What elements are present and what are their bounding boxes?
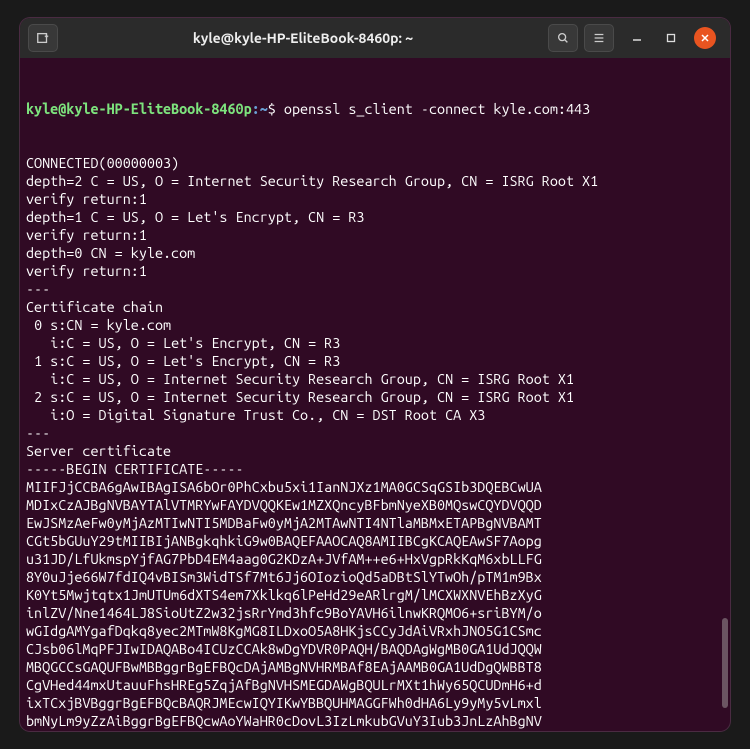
titlebar[interactable]: kyle@kyle-HP-EliteBook-8460p: ~ [20, 18, 730, 58]
maximize-icon [666, 33, 676, 43]
output-line: i:C = US, O = Internet Security Research… [26, 370, 724, 388]
window-title: kyle@kyle-HP-EliteBook-8460p: ~ [64, 30, 542, 46]
terminal-window: kyle@kyle-HP-EliteBook-8460p: ~ kyle@kyl… [20, 18, 730, 731]
output-line: verify return:1 [26, 262, 724, 280]
search-icon [556, 31, 570, 45]
scrollbar-thumb[interactable] [722, 618, 728, 708]
output-line: ixTCxjBVBggrBgEFBQcBAQRJMEcwIQYIKwYBBQUH… [26, 694, 724, 712]
terminal-body[interactable]: kyle@kyle-HP-EliteBook-8460p:~$ openssl … [20, 58, 730, 731]
prompt-dollar: $ [268, 101, 276, 117]
output-line: depth=1 C = US, O = Let's Encrypt, CN = … [26, 208, 724, 226]
output-line: depth=0 CN = kyle.com [26, 244, 724, 262]
output-line: verify return:1 [26, 190, 724, 208]
prompt-line: kyle@kyle-HP-EliteBook-8460p:~$ openssl … [26, 100, 724, 118]
output-line: --- [26, 280, 724, 298]
output-line: MDIxCzAJBgNVBAYTAlVTMRYwFAYDVQQKEw1MZXQn… [26, 496, 724, 514]
output-line: 1 s:C = US, O = Let's Encrypt, CN = R3 [26, 352, 724, 370]
output-line: --- [26, 424, 724, 442]
output-line: MBQGCCsGAQUFBwMBBggrBgEFBQcDAjAMBgNVHRMB… [26, 658, 724, 676]
prompt-path: ~ [260, 101, 268, 117]
output-line: 8Y0uJje66W7fdIQ4vBISm3WidTSf7Mt6Jj6OIozi… [26, 568, 724, 586]
output-line: K0Yt5Mwjtqtx1JmUTUm6dXTS4em7Xklkq6lPeHd2… [26, 586, 724, 604]
output-line: i:C = US, O = Let's Encrypt, CN = R3 [26, 334, 724, 352]
output-line: u31JD/LfUkmspYjfAG7PbD4EM4aag0G2KDzA+JVf… [26, 550, 724, 568]
close-icon [700, 33, 710, 43]
output-line: depth=2 C = US, O = Internet Security Re… [26, 172, 724, 190]
prompt-colon: : [252, 101, 260, 117]
hamburger-icon [592, 31, 606, 45]
new-tab-icon [36, 31, 50, 45]
new-tab-button[interactable] [28, 24, 58, 52]
command-text: openssl s_client -connect kyle.com:443 [276, 101, 590, 117]
maximize-button[interactable] [660, 27, 682, 49]
output-line: verify return:1 [26, 226, 724, 244]
output-line: EwJSMzAeFw0yMjAzMTIwNTI5MDBaFw0yMjA2MTAw… [26, 514, 724, 532]
output-line: MIIFJjCCBA6gAwIBAgISA6bOr0PhCxbu5xi1IanN… [26, 478, 724, 496]
minimize-icon [632, 33, 642, 43]
output-line: 0 s:CN = kyle.com [26, 316, 724, 334]
output-line: 2 s:C = US, O = Internet Security Resear… [26, 388, 724, 406]
search-button[interactable] [548, 24, 578, 52]
output-line: HREEGjAYgghreWxlLmNvbYIMd3d3Lmt5bGUuY29t… [26, 730, 724, 731]
output-line: bmNyLm9yZzAiBggrBgEFBQcwAoYWaHR0cDovL3Iz… [26, 712, 724, 730]
output-line: CJsb06lMqPFJIwIDAQABo4ICUzCCAk8wDgYDVR0P… [26, 640, 724, 658]
close-button[interactable] [694, 27, 716, 49]
output-line: CGt5bGUuY29tMIIBIjANBgkqhkiG9w0BAQEFAAOC… [26, 532, 724, 550]
minimize-button[interactable] [626, 27, 648, 49]
output-line: inlZV/Nne1464LJ8SioUtZ2w32jsRrYmd3hfc9Bo… [26, 604, 724, 622]
output-line: Certificate chain [26, 298, 724, 316]
output-line: CONNECTED(00000003) [26, 154, 724, 172]
output-line: i:O = Digital Signature Trust Co., CN = … [26, 406, 724, 424]
terminal-output: CONNECTED(00000003)depth=2 C = US, O = I… [26, 154, 724, 731]
output-line: -----BEGIN CERTIFICATE----- [26, 460, 724, 478]
output-line: wGIdgAMYgafDqkq8yec2MTmW8KgMG8ILDxoO5A8H… [26, 622, 724, 640]
menu-button[interactable] [584, 24, 614, 52]
prompt-user-host: kyle@kyle-HP-EliteBook-8460p [26, 101, 252, 117]
output-line: Server certificate [26, 442, 724, 460]
output-line: CgVHed44mxUtauuFhsHREg5ZqjAfBgNVHSMEGDAW… [26, 676, 724, 694]
window-controls [620, 27, 722, 49]
